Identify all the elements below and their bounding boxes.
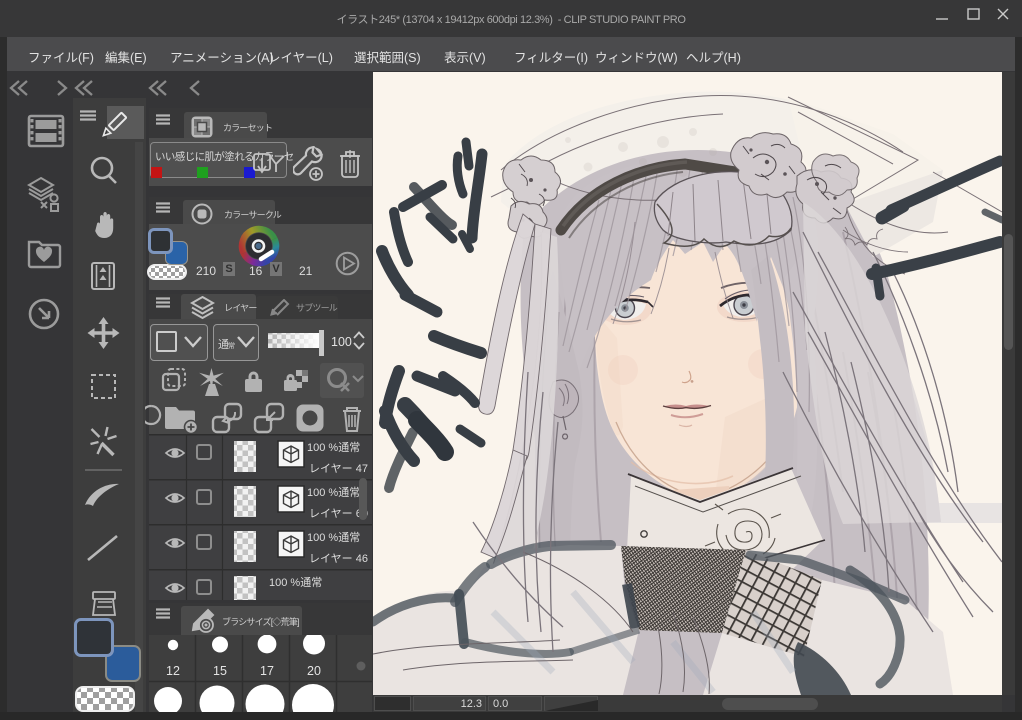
svg-text:17: 17	[260, 664, 274, 678]
svg-text:100 %通常: 100 %通常	[307, 486, 360, 499]
svg-text:レイヤー 47: レイヤー 47	[309, 463, 368, 475]
svg-text:12: 12	[166, 664, 180, 678]
svg-text:100 %通常: 100 %通常	[307, 531, 360, 544]
svg-text:15: 15	[213, 664, 227, 678]
svg-text:レイヤー 46: レイヤー 46	[309, 553, 368, 565]
svg-text:20: 20	[307, 664, 321, 678]
svg-text:100 %通常: 100 %通常	[307, 441, 360, 454]
svg-text:100 %通常: 100 %通常	[269, 576, 322, 589]
